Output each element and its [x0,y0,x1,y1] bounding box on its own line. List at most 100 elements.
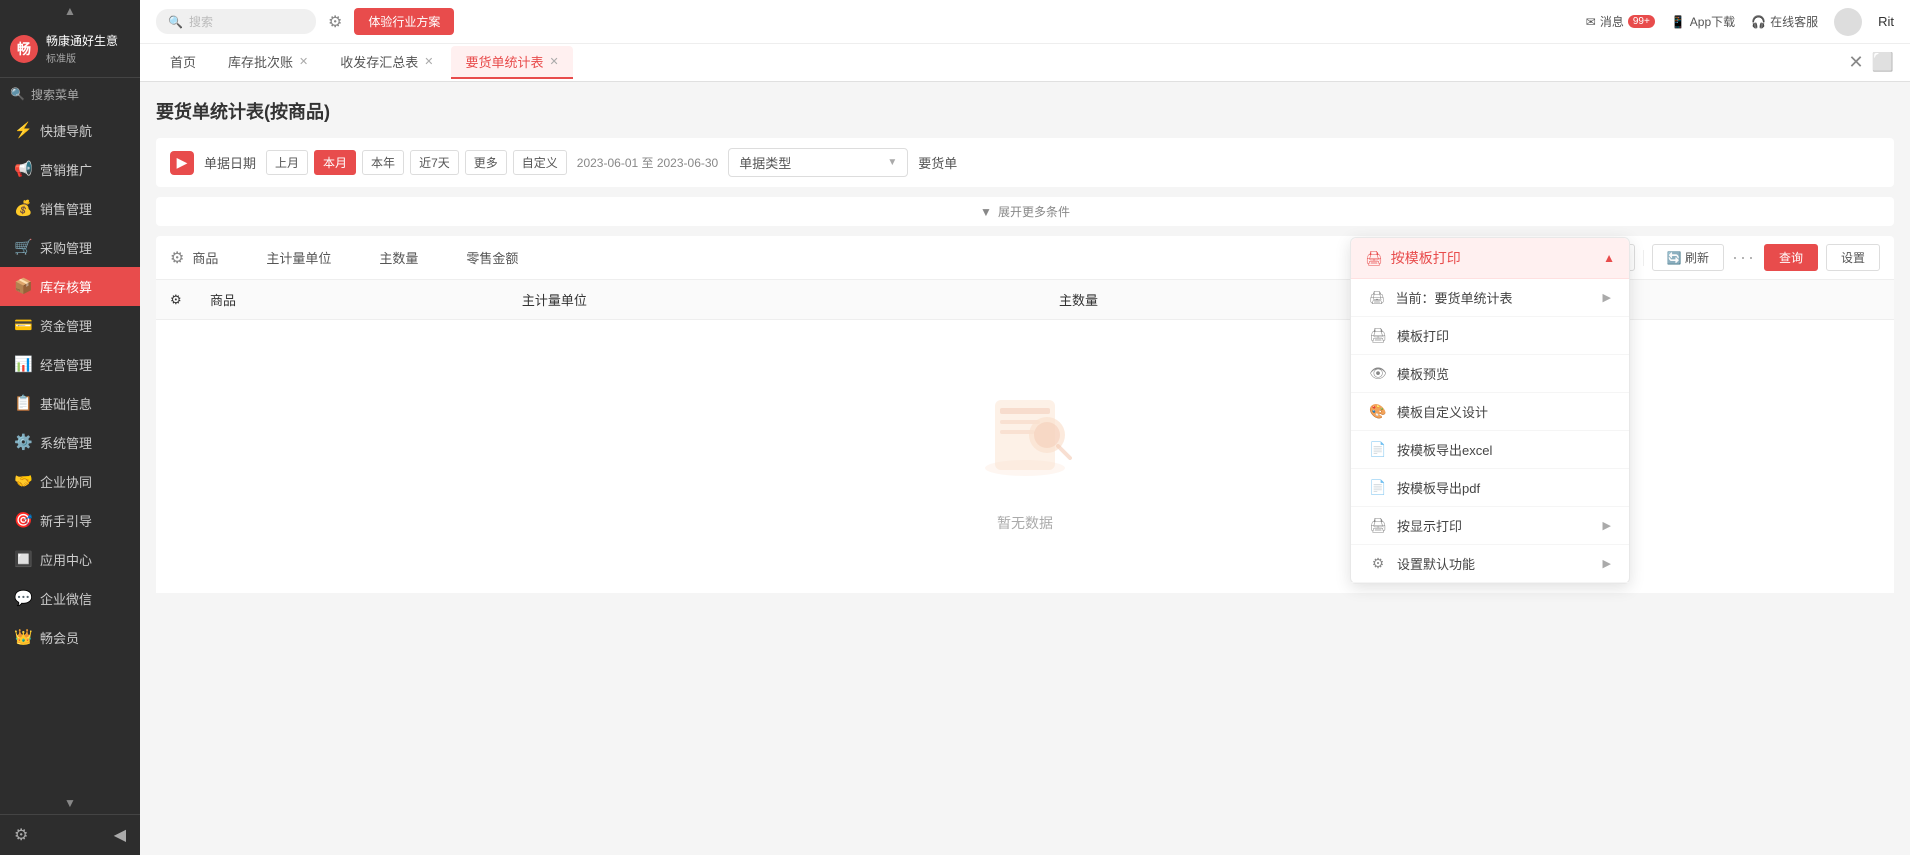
date-btn-custom[interactable]: 自定义 [513,150,567,175]
data-table: ⚙ 商品 主计量单位 主数量 零售金额 [156,280,1894,320]
dropdown-close-arrow-icon[interactable]: ▲ [1603,251,1615,265]
toolbar-goods-label: 商品 [192,248,218,267]
date-btn-this-year[interactable]: 本年 [362,150,404,175]
export-excel-icon: 📄 [1369,441,1387,458]
dropdown-item-export-pdf[interactable]: 📄 按模板导出pdf [1351,469,1629,507]
yaohuo-filter-label: 要货单 [918,153,957,172]
tab-maximize-button[interactable]: ⬜ [1872,52,1894,73]
dropdown-header: 🖨 按模板打印 ▲ [1351,238,1629,279]
app-download-icon: 📱 [1671,15,1686,29]
table-settings-icon[interactable]: ⚙ [170,248,184,268]
tab-close-receipt-summary[interactable]: ✕ [424,55,433,68]
finance-icon: 💳 [14,316,32,334]
purchase-icon: 🛒 [14,238,32,256]
display-print-icon: 🖨 [1369,517,1387,534]
empty-text: 暂无数据 [997,513,1053,533]
topbar: 🔍 搜索 ⚙ 体验行业方案 ✉ 消息 99+ 📱 App下载 🎧 在线客服 Ri… [140,0,1910,44]
dropdown-subitem-left: 🖨 按显示打印 [1369,516,1462,535]
dropdown-current-arrow-icon: ▶ [1603,291,1611,304]
tab-inventory-batch[interactable]: 库存批次账 ✕ [214,46,322,79]
empty-illustration [965,380,1085,499]
empty-state: 暂无数据 [156,320,1894,593]
topbar-search-icon: 🔍 [168,15,183,29]
member-icon: 👑 [14,628,32,646]
tab-order-stats[interactable]: 要货单统计表 ✕ [451,46,572,79]
tab-home[interactable]: 首页 [156,46,210,79]
dropdown-current-label: 🖨 当前：要货单统计表 [1369,288,1513,307]
sidebar: ▲ 畅 畅康通好生意 标准版 🔍 搜索菜单 ⚡ 快捷导航 📢 营销推广 💰 销售… [0,0,140,855]
trial-industry-button[interactable]: 体验行业方案 [354,8,454,35]
tab-close-inventory-batch[interactable]: ✕ [299,55,308,68]
dropdown-subitem-set-default[interactable]: ⚙ 设置默认功能 ▶ [1351,545,1629,583]
sidebar-item-inventory[interactable]: 📦 库存核算 [0,267,140,306]
sidebar-item-sales[interactable]: 💰 销售管理 [0,189,140,228]
footer-collapse-icon[interactable]: ◀ [114,825,126,845]
dropdown-item-template-design[interactable]: 🎨 模板自定义设计 [1351,393,1629,431]
wechat-icon: 💬 [14,589,32,607]
export-pdf-icon: 📄 [1369,479,1387,496]
sidebar-item-system[interactable]: ⚙️ 系统管理 [0,423,140,462]
table-toolbar: ⚙ 商品 主计量单位 主数量 零售金额 🖨 按模板打印 ▲ ⬆ 导出 🔄 [156,236,1894,280]
sales-icon: 💰 [14,199,32,217]
sidebar-item-operation[interactable]: 📊 经营管理 [0,345,140,384]
user-name: Rit [1878,14,1894,29]
sidebar-search[interactable]: 🔍 搜索菜单 [0,78,140,111]
toolbar-qty-label: 主数量 [379,248,418,267]
set-default-arrow-icon: ▶ [1603,557,1611,570]
date-btn-7days[interactable]: 近7天 [410,150,459,175]
topbar-app-download[interactable]: 📱 App下载 [1671,13,1735,30]
date-btn-last-month[interactable]: 上月 [266,150,308,175]
operation-icon: 📊 [14,355,32,373]
sidebar-item-collab[interactable]: 🤝 企业协同 [0,462,140,501]
topbar-search[interactable]: 🔍 搜索 [156,9,316,34]
marketing-icon: 📢 [14,160,32,178]
sidebar-item-appstore[interactable]: 🔲 应用中心 [0,540,140,579]
dropdown-item-template-preview[interactable]: 👁 模板预览 [1351,355,1629,393]
main-area: 🔍 搜索 ⚙ 体验行业方案 ✉ 消息 99+ 📱 App下载 🎧 在线客服 Ri… [140,0,1910,855]
sidebar-item-basic[interactable]: 📋 基础信息 [0,384,140,423]
sidebar-item-guide[interactable]: 🎯 新手引导 [0,501,140,540]
tab-receipt-summary[interactable]: 收发存汇总表 ✕ [326,46,447,79]
toolbar-more-dots[interactable]: ··· [1732,247,1756,268]
filter-bar: ▶ 单据日期 上月 本月 本年 近7天 更多 自定义 2023-06-01 至 … [156,138,1894,187]
dropdown-item-export-excel[interactable]: 📄 按模板导出excel [1351,431,1629,469]
tabs-right: ✕ ⬜ [1848,52,1894,73]
appstore-icon: 🔲 [14,550,32,568]
sidebar-item-wechat[interactable]: 💬 企业微信 [0,579,140,618]
footer-settings-icon[interactable]: ⚙ [14,825,28,845]
tab-close-order-stats[interactable]: ✕ [550,55,559,68]
filter-expand-btn[interactable]: ▶ [170,151,194,175]
query-button[interactable]: 查询 [1764,244,1818,271]
sidebar-scroll-down[interactable]: ▼ [0,792,140,814]
sidebar-item-marketing[interactable]: 📢 营销推广 [0,150,140,189]
settings-button[interactable]: 设置 [1826,244,1880,271]
type-filter-select[interactable]: 单据类型 ▼ [728,148,908,177]
date-btn-this-month[interactable]: 本月 [314,150,356,175]
user-avatar[interactable] [1834,8,1862,36]
topbar-gear-icon[interactable]: ⚙ [328,12,342,32]
template-design-icon: 🎨 [1369,403,1387,420]
filter-type-arrow-icon: ▼ [887,157,897,168]
collab-icon: 🤝 [14,472,32,490]
tab-close-all-button[interactable]: ✕ [1848,52,1863,73]
dropdown-current-item[interactable]: 🖨 当前：要货单统计表 ▶ [1351,279,1629,317]
refresh-button[interactable]: 🔄 刷新 [1652,244,1724,271]
inventory-icon: 📦 [14,277,32,295]
sidebar-item-purchase[interactable]: 🛒 采购管理 [0,228,140,267]
topbar-online-service[interactable]: 🎧 在线客服 [1751,13,1818,30]
dropdown-item-template-print[interactable]: 🖨 模板打印 [1351,317,1629,355]
sidebar-scroll-up[interactable]: ▲ [0,0,140,22]
expand-more-bar[interactable]: ▼ 展开更多条件 [156,197,1894,226]
topbar-messages[interactable]: ✉ 消息 99+ [1586,13,1655,30]
date-btn-more[interactable]: 更多 [465,150,507,175]
sidebar-item-quick-nav[interactable]: ⚡ 快捷导航 [0,111,140,150]
col-unit: 主计量单位 [508,280,1045,320]
dropdown-current-icon: 🖨 [1369,290,1386,306]
dropdown-subitem-display-print[interactable]: 🖨 按显示打印 ▶ [1351,507,1629,545]
sidebar-item-finance[interactable]: 💳 资金管理 [0,306,140,345]
template-print-icon: 🖨 [1369,327,1387,344]
print-dropdown: 🖨 按模板打印 ▲ 🖨 当前：要货单统计表 ▶ 🖨 模板打印 👁 模板预览 [1350,237,1630,584]
guide-icon: 🎯 [14,511,32,529]
sidebar-item-member[interactable]: 👑 畅会员 [0,618,140,657]
set-default-icon: ⚙ [1369,555,1387,572]
